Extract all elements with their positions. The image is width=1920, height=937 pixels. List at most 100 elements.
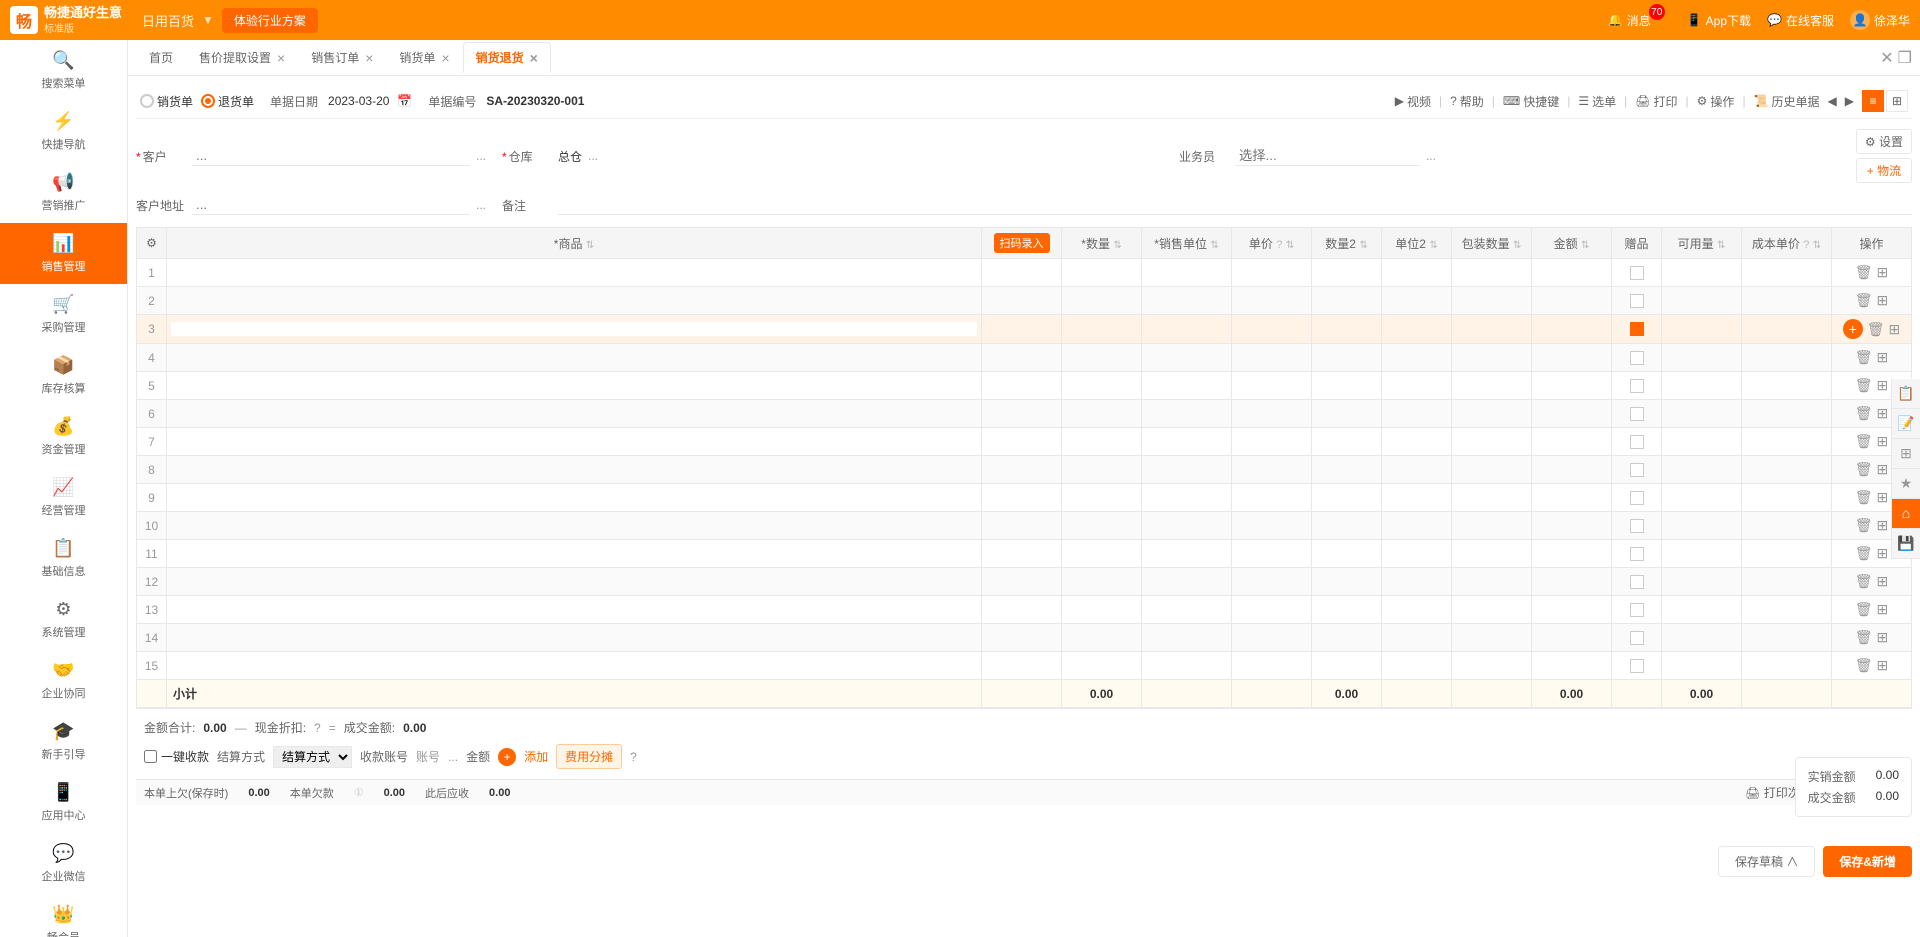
cell-unit2-9[interactable] (1382, 484, 1452, 512)
cell-cost-price-3[interactable] (1742, 315, 1832, 344)
cell-gift-4[interactable] (1612, 344, 1662, 372)
cell-sales-unit-12[interactable] (1142, 568, 1232, 596)
delete-row-btn-7[interactable]: 🗑 (1855, 433, 1873, 450)
cell-sales-unit-13[interactable] (1142, 596, 1232, 624)
cell-available-14[interactable] (1662, 624, 1742, 652)
sidebar-item-business[interactable]: 📈 经营管理 (0, 467, 127, 528)
cell-cost-price-9[interactable] (1742, 484, 1832, 512)
cell-pack-qty-2[interactable] (1452, 287, 1532, 315)
payment-checkbox[interactable]: 一键收款 (144, 748, 209, 765)
sidebar-item-member[interactable]: 👑 畅会员 (0, 894, 127, 937)
window-restore-btn[interactable]: ❐ (1898, 48, 1912, 68)
cell-goods-4[interactable] (167, 344, 982, 372)
delete-row-btn-12[interactable]: 🗑 (1855, 573, 1873, 590)
cell-cost-price-14[interactable] (1742, 624, 1832, 652)
sort-qty-icon[interactable]: ⇅ (1113, 240, 1121, 251)
logistics-btn[interactable]: + 物流 (1856, 158, 1912, 183)
cell-goods-15[interactable] (167, 652, 982, 680)
add-row-btn[interactable]: + (1843, 319, 1863, 339)
cell-available-5[interactable] (1662, 372, 1742, 400)
cell-goods-12[interactable] (167, 568, 982, 596)
cell-unit-price-10[interactable] (1232, 512, 1312, 540)
cell-goods-1[interactable] (167, 259, 982, 287)
cell-pack-qty-1[interactable] (1452, 259, 1532, 287)
cell-amount-9[interactable] (1532, 484, 1612, 512)
next-btn[interactable]: ▶ (1845, 94, 1854, 108)
cell-cost-price-15[interactable] (1742, 652, 1832, 680)
cell-goods-3[interactable] (167, 315, 982, 344)
history-btn[interactable]: 📜 历史单据 (1754, 93, 1820, 110)
cell-pack-qty-3[interactable] (1452, 315, 1532, 344)
cell-available-7[interactable] (1662, 428, 1742, 456)
delete-row-btn-10[interactable]: 🗑 (1855, 517, 1873, 534)
salesperson-input[interactable] (1235, 146, 1420, 166)
fee-help-icon[interactable]: ? (630, 750, 637, 764)
copy-row-btn-6[interactable]: ⊞ (1877, 405, 1889, 422)
cell-available-10[interactable] (1662, 512, 1742, 540)
cell-pack-qty-10[interactable] (1452, 512, 1532, 540)
side-icon-3[interactable]: ⊞ (1892, 439, 1920, 469)
cell-unit2-2[interactable] (1382, 287, 1452, 315)
sort-unit2-icon[interactable]: ⇅ (1429, 240, 1437, 251)
cell-unit-price-1[interactable] (1232, 259, 1312, 287)
cell-qty2-14[interactable] (1312, 624, 1382, 652)
cost-price-help-icon[interactable]: ? (1803, 239, 1809, 251)
tab-sales-bill[interactable]: 销货单 × (386, 42, 462, 73)
cell-amount-10[interactable] (1532, 512, 1612, 540)
help-circle-icon[interactable]: ? (314, 721, 321, 735)
cell-unit-price-15[interactable] (1232, 652, 1312, 680)
tab-sales-order[interactable]: 销售订单 × (298, 42, 386, 73)
sidebar-item-apps[interactable]: 📱 应用中心 (0, 772, 127, 833)
list-view-btn[interactable]: ≡ (1862, 90, 1884, 112)
cell-amount-5[interactable] (1532, 372, 1612, 400)
cell-qty2-11[interactable] (1312, 540, 1382, 568)
sidebar-item-purchase[interactable]: 🛒 采购管理 (0, 284, 127, 345)
cell-pack-qty-13[interactable] (1452, 596, 1532, 624)
video-btn[interactable]: ▶ 视频 (1395, 93, 1431, 110)
cell-gift-2[interactable] (1612, 287, 1662, 315)
cell-sales-unit-9[interactable] (1142, 484, 1232, 512)
cell-amount-4[interactable] (1532, 344, 1612, 372)
cell-pack-qty-6[interactable] (1452, 400, 1532, 428)
tab-home[interactable]: 首页 (136, 42, 186, 73)
side-icon-2[interactable]: 📝 (1892, 409, 1920, 439)
cell-available-12[interactable] (1662, 568, 1742, 596)
app-download-btn[interactable]: 📱 App下载 (1687, 12, 1751, 29)
cell-pack-qty-8[interactable] (1452, 456, 1532, 484)
copy-row-btn-4[interactable]: ⊞ (1877, 349, 1889, 366)
cell-sales-unit-11[interactable] (1142, 540, 1232, 568)
cell-qty2-12[interactable] (1312, 568, 1382, 596)
cell-available-8[interactable] (1662, 456, 1742, 484)
radio-return-bill[interactable]: 退货单 (201, 93, 254, 110)
customer-input[interactable] (192, 146, 470, 166)
cell-sales-unit-4[interactable] (1142, 344, 1232, 372)
cell-pack-qty-11[interactable] (1452, 540, 1532, 568)
cell-unit-price-6[interactable] (1232, 400, 1312, 428)
cell-pack-qty-4[interactable] (1452, 344, 1532, 372)
cell-sales-unit-8[interactable] (1142, 456, 1232, 484)
cell-gift-3[interactable] (1612, 315, 1662, 344)
copy-row-btn-11[interactable]: ⊞ (1877, 545, 1889, 562)
cell-qty-9[interactable] (1062, 484, 1142, 512)
cell-qty-15[interactable] (1062, 652, 1142, 680)
tab-sales-return-close-icon[interactable]: × (530, 50, 538, 66)
sort-icon[interactable]: ⇅ (586, 240, 594, 251)
tab-sales-order-close-icon[interactable]: × (365, 50, 373, 66)
delete-row-btn-3[interactable]: 🗑 (1867, 321, 1885, 338)
cell-goods-2[interactable] (167, 287, 982, 315)
payment-checkbox-input[interactable] (144, 750, 157, 763)
unit-price-help-icon[interactable]: ? (1276, 239, 1282, 251)
cell-unit2-3[interactable] (1382, 315, 1452, 344)
cell-cost-price-6[interactable] (1742, 400, 1832, 428)
cell-sales-unit-7[interactable] (1142, 428, 1232, 456)
cell-unit-price-7[interactable] (1232, 428, 1312, 456)
cell-goods-8[interactable] (167, 456, 982, 484)
cell-unit-price-8[interactable] (1232, 456, 1312, 484)
copy-row-btn-14[interactable]: ⊞ (1877, 629, 1889, 646)
delete-row-btn-11[interactable]: 🗑 (1855, 545, 1873, 562)
cell-available-6[interactable] (1662, 400, 1742, 428)
sidebar-item-system[interactable]: ⚙ 系统管理 (0, 589, 127, 650)
cell-unit-price-9[interactable] (1232, 484, 1312, 512)
customer-addr-input[interactable] (192, 195, 470, 215)
cell-available-2[interactable] (1662, 287, 1742, 315)
